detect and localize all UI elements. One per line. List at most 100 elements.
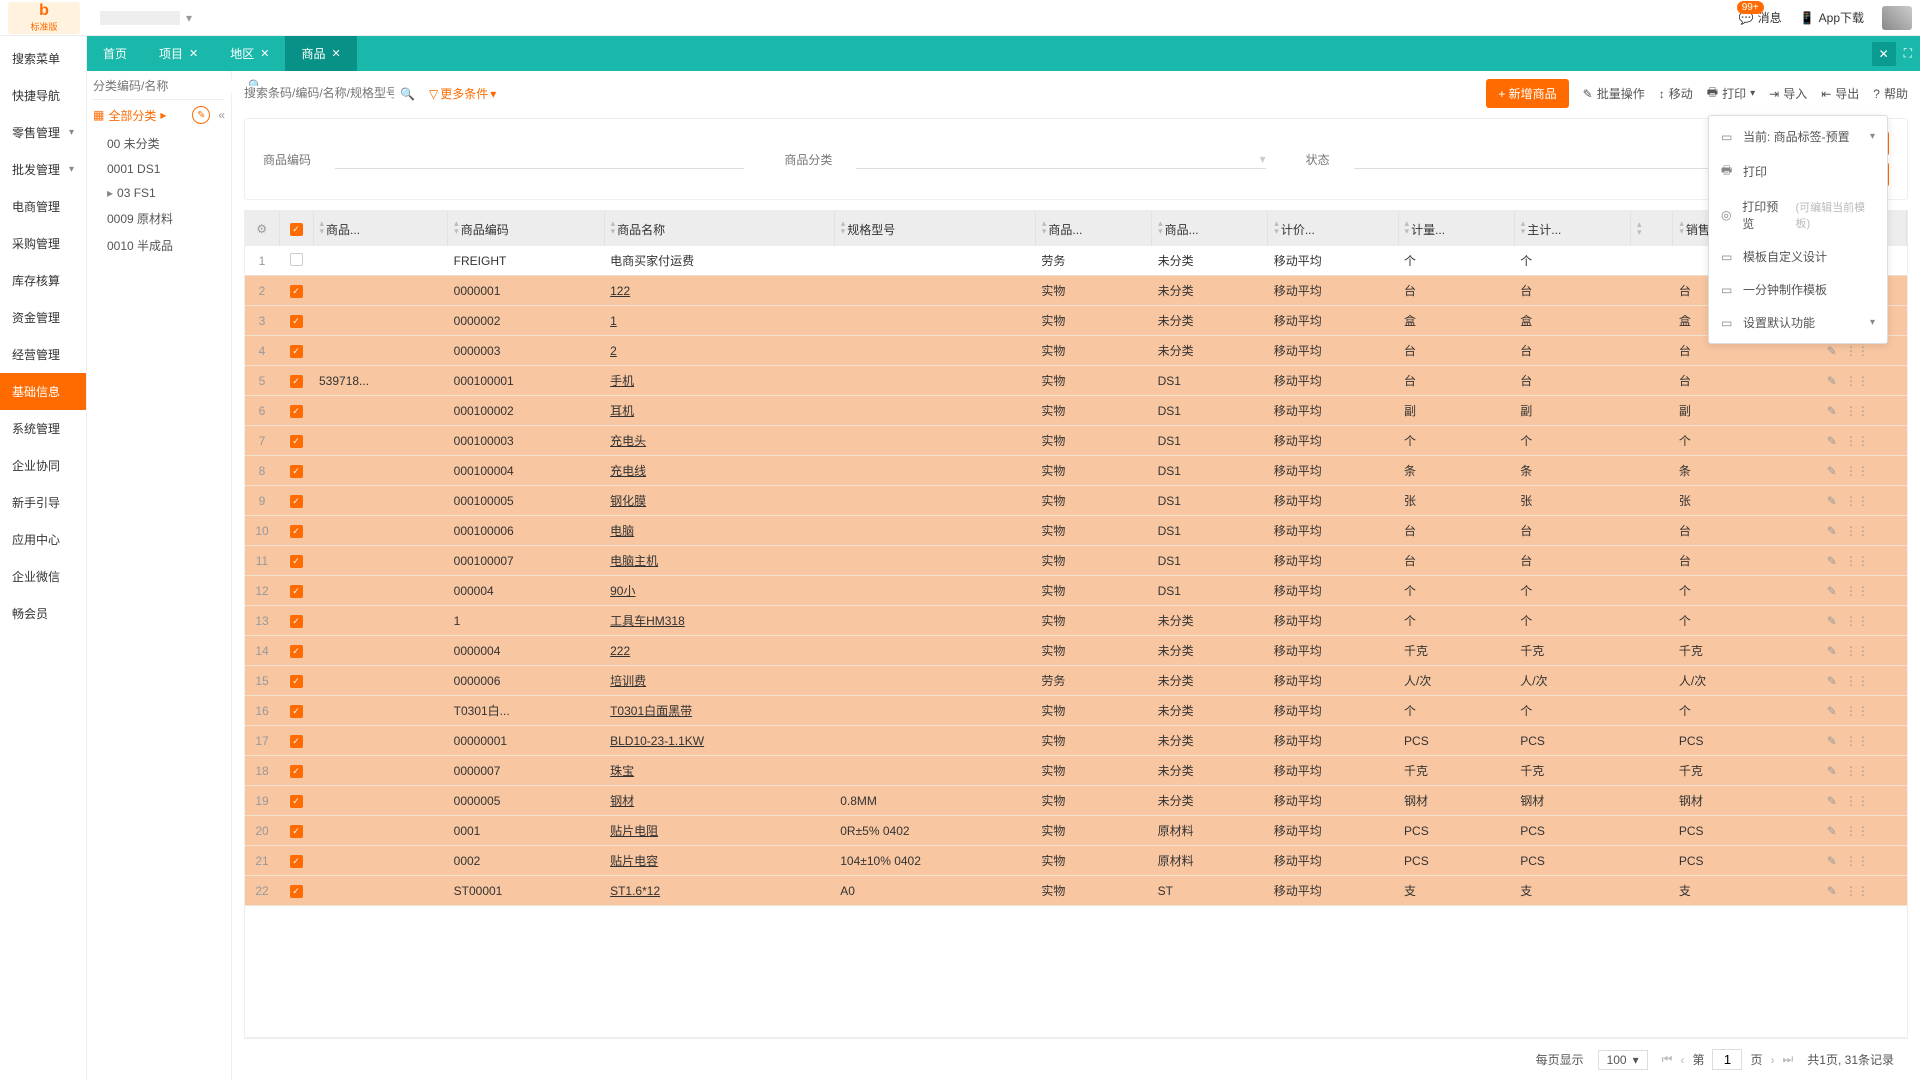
gear-icon[interactable]: ⚙ bbox=[256, 222, 267, 236]
tree-item[interactable]: 0010 半成品 bbox=[93, 232, 225, 259]
table-row[interactable]: 20✓0001贴片电阻0R±5% 0402实物原材料移动平均PCSPCSPCS✎… bbox=[245, 816, 1907, 846]
tab[interactable]: 项目✕ bbox=[143, 36, 214, 71]
sidebar-item[interactable]: 企业微信 bbox=[0, 558, 86, 595]
tab[interactable]: 地区✕ bbox=[214, 36, 285, 71]
more-conditions-button[interactable]: ▽ 更多条件 ▾ bbox=[429, 85, 496, 102]
more-icon[interactable]: ⋮⋮ bbox=[1845, 704, 1869, 718]
edit-icon[interactable]: ✎ bbox=[1827, 884, 1837, 898]
table-row[interactable]: 14✓0000004222实物未分类移动平均千克千克千克✎⋮⋮ bbox=[245, 636, 1907, 666]
table-row[interactable]: 12✓00000490小实物DS1移动平均个个个✎⋮⋮ bbox=[245, 576, 1907, 606]
product-name-link[interactable]: 耳机 bbox=[610, 404, 634, 418]
export-button[interactable]: ⇤导出 bbox=[1821, 85, 1859, 102]
close-icon[interactable]: ✕ bbox=[189, 47, 198, 60]
edit-icon[interactable]: ✎ bbox=[1827, 404, 1837, 418]
column-header[interactable]: ▴▾商品... bbox=[1035, 211, 1151, 246]
close-icon[interactable]: ✕ bbox=[260, 47, 269, 60]
table-row[interactable]: 18✓0000007珠宝实物未分类移动平均千克千克千克✎⋮⋮ bbox=[245, 756, 1907, 786]
table-row[interactable]: 7✓000100003充电头实物DS1移动平均个个个✎⋮⋮ bbox=[245, 426, 1907, 456]
row-checkbox[interactable]: ✓ bbox=[290, 615, 303, 628]
sidebar-item[interactable]: 应用中心 bbox=[0, 521, 86, 558]
sidebar-item[interactable]: 新手引导 bbox=[0, 484, 86, 521]
dd-onemin[interactable]: ▭一分钟制作模板 bbox=[1709, 273, 1887, 306]
tree-item[interactable]: 03 FS1 bbox=[93, 181, 225, 205]
more-icon[interactable]: ⋮⋮ bbox=[1845, 344, 1869, 358]
more-icon[interactable]: ⋮⋮ bbox=[1845, 854, 1869, 868]
sidebar-item[interactable]: 库存核算 bbox=[0, 262, 86, 299]
page-first[interactable]: ⏮ bbox=[1662, 1052, 1673, 1067]
more-icon[interactable]: ⋮⋮ bbox=[1845, 824, 1869, 838]
edit-icon[interactable]: ✎ bbox=[1827, 614, 1837, 628]
more-icon[interactable]: ⋮⋮ bbox=[1845, 794, 1869, 808]
edit-icon[interactable]: ✎ bbox=[1827, 344, 1837, 358]
row-checkbox[interactable]: ✓ bbox=[290, 885, 303, 898]
edit-icon[interactable]: ✎ bbox=[1827, 854, 1837, 868]
table-row[interactable]: 17✓00000001BLD10-23-1.1KW实物未分类移动平均PCSPCS… bbox=[245, 726, 1907, 756]
dd-print[interactable]: 🖶打印 bbox=[1709, 153, 1887, 190]
close-icon[interactable]: ✕ bbox=[332, 47, 341, 60]
search-icon[interactable]: 🔍 bbox=[400, 87, 415, 101]
sidebar-item[interactable]: 批发管理▾ bbox=[0, 151, 86, 188]
table-row[interactable]: 16✓T0301白...T0301白面黑带实物未分类移动平均个个个✎⋮⋮ bbox=[245, 696, 1907, 726]
table-row[interactable]: 22✓ST00001ST1.6*12A0实物ST移动平均支支支✎⋮⋮ bbox=[245, 876, 1907, 906]
help-button[interactable]: ?帮助 bbox=[1873, 85, 1908, 102]
column-header[interactable]: ▴▾ bbox=[1630, 211, 1672, 246]
product-name-link[interactable]: T0301白面黑带 bbox=[610, 704, 692, 718]
column-header[interactable]: ▴▾规格型号 bbox=[834, 211, 1035, 246]
column-header[interactable]: ▴▾商品... bbox=[313, 211, 448, 246]
page-prev[interactable]: ‹ bbox=[1680, 1053, 1684, 1067]
product-name-link[interactable]: 2 bbox=[610, 344, 617, 358]
product-name-link[interactable]: 充电头 bbox=[610, 434, 646, 448]
column-header[interactable]: ▴▾商品... bbox=[1152, 211, 1268, 246]
company-selector[interactable]: ▾ bbox=[100, 11, 192, 25]
product-name-link[interactable]: BLD10-23-1.1KW bbox=[610, 734, 704, 748]
row-checkbox[interactable]: ✓ bbox=[290, 705, 303, 718]
import-button[interactable]: ⇥导入 bbox=[1769, 85, 1807, 102]
row-checkbox[interactable]: ✓ bbox=[290, 285, 303, 298]
table-row[interactable]: 2✓0000001122实物未分类移动平均台台台✎⋮⋮ bbox=[245, 276, 1907, 306]
product-name-link[interactable]: 手机 bbox=[610, 374, 634, 388]
table-row[interactable]: 10✓000100006电脑实物DS1移动平均台台台✎⋮⋮ bbox=[245, 516, 1907, 546]
edit-icon[interactable]: ✎ bbox=[1827, 554, 1837, 568]
edit-icon[interactable]: ✎ bbox=[1827, 374, 1837, 388]
sidebar-search[interactable]: 搜索菜单 bbox=[0, 40, 86, 77]
sidebar-item[interactable]: 经营管理 bbox=[0, 336, 86, 373]
product-name-link[interactable]: 贴片电容 bbox=[610, 854, 658, 868]
row-checkbox[interactable]: ✓ bbox=[290, 525, 303, 538]
move-button[interactable]: ↕移动 bbox=[1659, 85, 1693, 102]
product-name-link[interactable]: 贴片电阻 bbox=[610, 824, 658, 838]
messages-button[interactable]: 💬 消息 99+ bbox=[1739, 9, 1782, 26]
edit-icon[interactable]: ✎ bbox=[1827, 644, 1837, 658]
row-checkbox[interactable]: ✓ bbox=[290, 375, 303, 388]
per-page-select[interactable]: 100▾ bbox=[1598, 1050, 1648, 1070]
product-name-link[interactable]: 钢化膜 bbox=[610, 494, 646, 508]
dd-preview[interactable]: ◎打印预览(可编辑当前模板) bbox=[1709, 190, 1887, 240]
more-icon[interactable]: ⋮⋮ bbox=[1845, 614, 1869, 628]
sidebar-item[interactable]: 快捷导航 bbox=[0, 77, 86, 114]
product-name-link[interactable]: 培训费 bbox=[610, 674, 646, 688]
sidebar-item[interactable]: 企业协同 bbox=[0, 447, 86, 484]
more-icon[interactable]: ⋮⋮ bbox=[1845, 434, 1869, 448]
filter-code-input[interactable] bbox=[335, 149, 744, 169]
more-icon[interactable]: ⋮⋮ bbox=[1845, 494, 1869, 508]
edit-icon[interactable]: ✎ bbox=[1827, 794, 1837, 808]
batch-button[interactable]: ✎批量操作 bbox=[1583, 85, 1645, 102]
add-product-button[interactable]: + 新增商品 bbox=[1486, 79, 1568, 108]
product-name-link[interactable]: 122 bbox=[610, 284, 630, 298]
edit-icon[interactable]: ✎ bbox=[1827, 704, 1837, 718]
tree-edit-button[interactable]: ✎ bbox=[192, 106, 210, 124]
tree-search-input[interactable] bbox=[93, 79, 248, 93]
product-name-link[interactable]: 222 bbox=[610, 644, 630, 658]
column-header[interactable]: ▴▾计价... bbox=[1268, 211, 1398, 246]
checkbox-all[interactable]: ✓ bbox=[290, 223, 303, 236]
product-name-link[interactable]: 珠宝 bbox=[610, 764, 634, 778]
column-header[interactable]: ▴▾商品编码 bbox=[448, 211, 604, 246]
table-row[interactable]: 3✓00000021实物未分类移动平均盒盒盒✎⋮⋮ bbox=[245, 306, 1907, 336]
dd-current[interactable]: ▭当前: 商品标签-预置▾ bbox=[1709, 120, 1887, 153]
page-input[interactable] bbox=[1712, 1049, 1742, 1070]
edit-icon[interactable]: ✎ bbox=[1827, 674, 1837, 688]
column-header[interactable]: ⚙ bbox=[245, 211, 279, 246]
tree-item[interactable]: 00 未分类 bbox=[93, 130, 225, 157]
row-checkbox[interactable]: ✓ bbox=[290, 825, 303, 838]
edit-icon[interactable]: ✎ bbox=[1827, 494, 1837, 508]
edit-icon[interactable]: ✎ bbox=[1827, 734, 1837, 748]
